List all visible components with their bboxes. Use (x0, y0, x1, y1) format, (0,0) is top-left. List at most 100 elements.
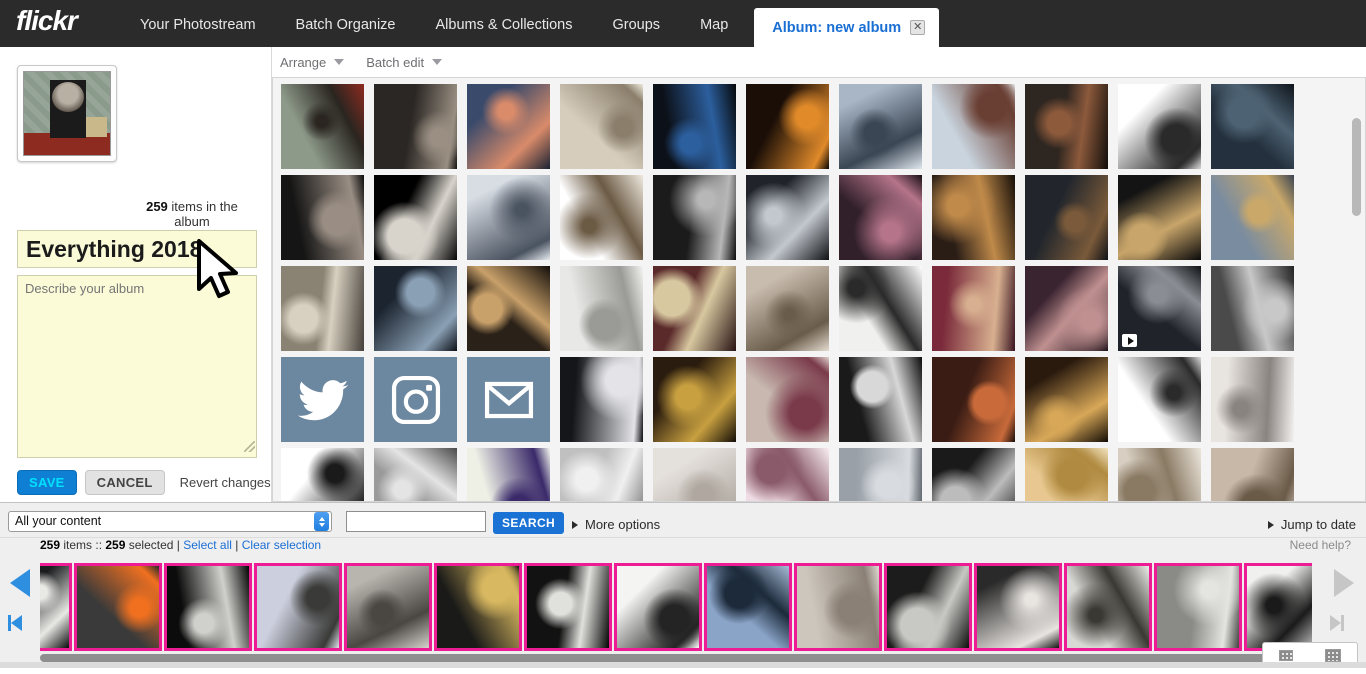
close-icon[interactable]: ✕ (910, 20, 925, 35)
filmstrip-track[interactable] (40, 563, 1312, 651)
previous-page-icon[interactable] (10, 569, 30, 597)
grid-photo-cell[interactable] (1211, 175, 1294, 260)
grid-photo-cell[interactable] (1118, 175, 1201, 260)
grid-photo-cell[interactable] (1211, 448, 1294, 502)
grid-photo-cell[interactable] (932, 266, 1015, 351)
batch-edit-menu-button[interactable]: Batch edit (366, 55, 442, 70)
filmstrip-thumbnail[interactable] (884, 563, 972, 651)
album-title-input[interactable] (17, 230, 257, 268)
grid-photo-cell[interactable] (1118, 357, 1201, 442)
filmstrip-thumbnail[interactable] (794, 563, 882, 651)
grid-photo-cell-icon[interactable] (281, 357, 364, 442)
grid-photo-cell[interactable] (281, 448, 364, 502)
grid-scrollbar-thumb[interactable] (1352, 118, 1361, 216)
grid-photo-cell[interactable] (374, 266, 457, 351)
filmstrip-thumbnail[interactable] (1244, 563, 1312, 651)
grid-photo-cell[interactable] (653, 448, 736, 502)
grid-photo-cell[interactable] (746, 84, 829, 169)
filmstrip-thumbnail[interactable] (524, 563, 612, 651)
search-button[interactable]: SEARCH (493, 512, 564, 534)
filmstrip-scrollbar-thumb[interactable] (40, 654, 1272, 662)
nav-tab-groups[interactable]: Groups (593, 17, 681, 47)
grid-photo-cell[interactable] (1118, 84, 1201, 169)
grid-photo-cell[interactable] (932, 175, 1015, 260)
grid-photo-cell[interactable] (839, 84, 922, 169)
filmstrip-thumbnail[interactable] (614, 563, 702, 651)
chevron-updown-icon[interactable] (314, 512, 329, 531)
grid-photo-cell[interactable] (653, 84, 736, 169)
grid-photo-cell[interactable] (839, 448, 922, 502)
grid-photo-cell[interactable] (932, 357, 1015, 442)
grid-photo-cell[interactable] (1211, 84, 1294, 169)
grid-photo-cell[interactable] (374, 448, 457, 502)
grid-vertical-scrollbar[interactable] (1352, 114, 1361, 502)
grid-photo-cell[interactable] (467, 448, 550, 502)
search-input[interactable] (346, 511, 486, 532)
filmstrip-thumbnail[interactable] (1154, 563, 1242, 651)
filmstrip-thumbnail[interactable] (974, 563, 1062, 651)
nav-tab-your-photostream[interactable]: Your Photostream (120, 17, 276, 47)
grid-photo-cell[interactable] (746, 175, 829, 260)
grid-photo-cell[interactable] (839, 357, 922, 442)
arrange-menu-button[interactable]: Arrange (280, 55, 344, 70)
grid-photo-cell[interactable] (467, 84, 550, 169)
grid-photo-cell[interactable] (281, 84, 364, 169)
nav-tab-map[interactable]: Map (680, 17, 748, 47)
nav-tab-batch-organize[interactable]: Batch Organize (276, 17, 416, 47)
grid-photo-cell[interactable] (374, 175, 457, 260)
filmstrip-thumbnail[interactable] (74, 563, 162, 651)
grid-photo-cell[interactable] (839, 175, 922, 260)
grid-photo-cell[interactable] (560, 266, 643, 351)
grid-photo-cell[interactable] (467, 175, 550, 260)
clear-selection-link[interactable]: Clear selection (242, 538, 321, 552)
filmstrip-thumbnail[interactable] (344, 563, 432, 651)
grid-photo-cell[interactable] (1025, 84, 1108, 169)
grid-photo-cell[interactable] (560, 448, 643, 502)
grid-photo-cell-icon[interactable] (467, 357, 550, 442)
filmstrip-thumbnail[interactable] (434, 563, 522, 651)
content-filter-select[interactable]: All your content (8, 511, 332, 532)
grid-photo-cell[interactable] (1118, 266, 1201, 351)
cancel-button[interactable]: CANCEL (85, 470, 165, 495)
grid-photo-cell[interactable] (746, 266, 829, 351)
revert-changes-link[interactable]: Revert changes (180, 475, 271, 490)
last-page-icon[interactable] (1330, 615, 1358, 631)
grid-photo-cell[interactable] (1118, 448, 1201, 502)
next-page-icon[interactable] (1334, 569, 1354, 597)
small-thumbnails-icon[interactable] (1279, 650, 1293, 661)
grid-photo-cell[interactable] (1025, 357, 1108, 442)
need-help-link[interactable]: Need help? (1290, 538, 1351, 552)
filmstrip-thumbnail[interactable] (164, 563, 252, 651)
first-page-icon[interactable] (8, 615, 36, 631)
grid-photo-cell[interactable] (1211, 266, 1294, 351)
save-button[interactable]: SAVE (17, 470, 77, 495)
grid-photo-cell[interactable] (374, 84, 457, 169)
grid-photo-cell[interactable] (560, 357, 643, 442)
more-options-toggle[interactable]: More options (572, 517, 660, 532)
nav-tab-albums-collections[interactable]: Albums & Collections (416, 17, 593, 47)
select-all-link[interactable]: Select all (183, 538, 232, 552)
grid-photo-cell[interactable] (1211, 357, 1294, 442)
grid-photo-cell[interactable] (932, 84, 1015, 169)
filmstrip-thumbnail[interactable] (254, 563, 342, 651)
grid-photo-cell[interactable] (560, 84, 643, 169)
album-description-input[interactable] (17, 275, 257, 458)
grid-photo-cell[interactable] (1025, 175, 1108, 260)
grid-photo-cell[interactable] (560, 175, 643, 260)
grid-photo-cell[interactable] (467, 266, 550, 351)
grid-photo-cell[interactable] (746, 357, 829, 442)
photo-grid-scroll-area[interactable] (272, 77, 1366, 502)
grid-photo-cell[interactable] (653, 175, 736, 260)
grid-photo-cell[interactable] (281, 175, 364, 260)
filmstrip-thumbnail[interactable] (40, 563, 72, 651)
filmstrip-thumbnail[interactable] (704, 563, 792, 651)
grid-photo-cell[interactable] (281, 266, 364, 351)
grid-photo-cell[interactable] (839, 266, 922, 351)
nav-tab-album-new-album[interactable]: Album: new album ✕ (754, 8, 939, 47)
large-thumbnails-icon[interactable] (1325, 649, 1341, 662)
grid-photo-cell[interactable] (746, 448, 829, 502)
album-cover-thumbnail[interactable] (17, 65, 117, 162)
grid-photo-cell-icon[interactable] (374, 357, 457, 442)
grid-photo-cell[interactable] (653, 266, 736, 351)
flickr-logo[interactable]: flickr (0, 5, 120, 47)
